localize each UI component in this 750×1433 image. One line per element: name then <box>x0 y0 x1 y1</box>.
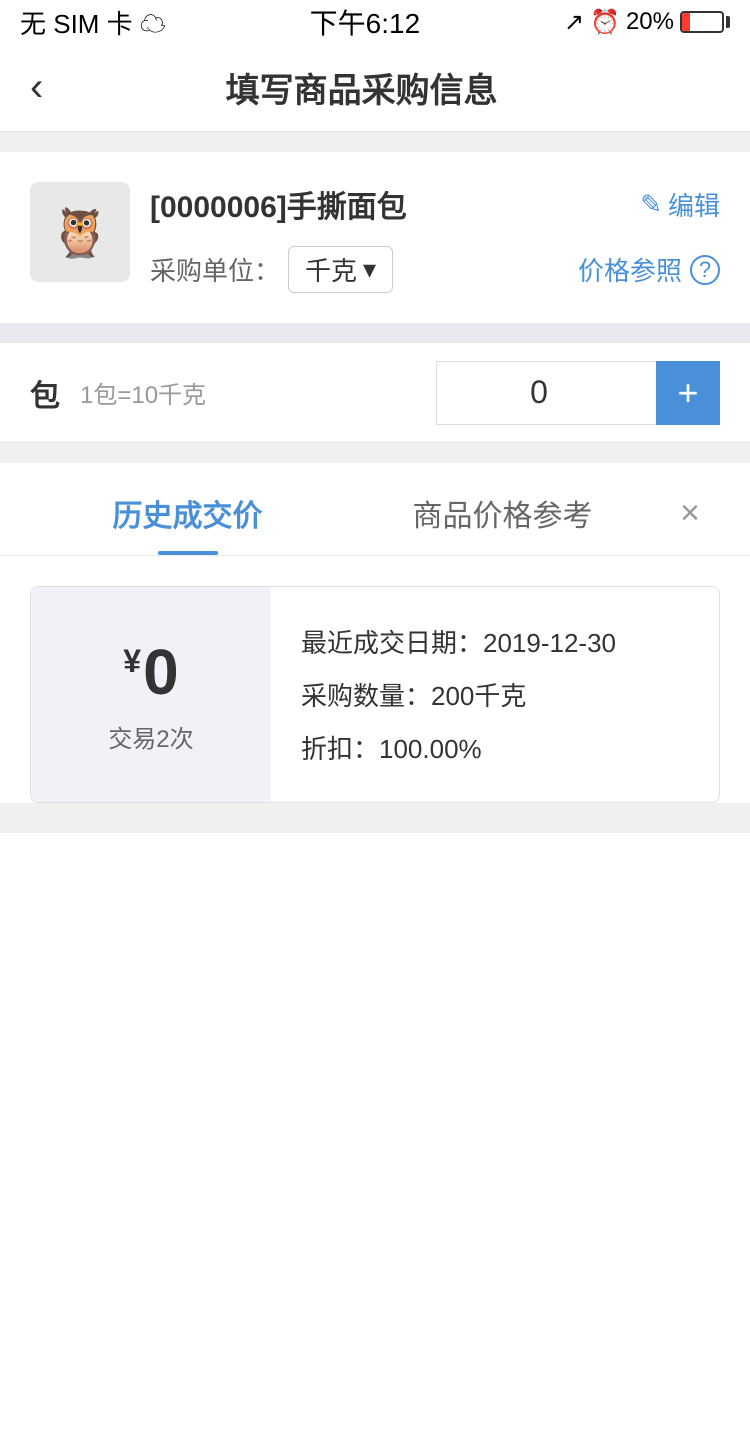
purchase-qty-value: 200千克 <box>431 681 526 711</box>
tab-product-price-ref[interactable]: 商品价格参考 <box>345 463 660 555</box>
recent-date-value: 2019-12-30 <box>483 628 616 658</box>
recent-date-label: 最近成交日期： <box>301 628 483 658</box>
product-unit-row: 采购单位： 千克 ▾ 价格参照 ? <box>150 246 720 293</box>
nav-bar: ‹ 填写商品采购信息 <box>0 44 750 132</box>
section-divider <box>0 323 750 343</box>
tab-product-price-ref-label: 商品价格参考 <box>413 500 593 533</box>
discount-row: 折扣：100.00% <box>301 729 689 766</box>
tab-history-price-label: 历史成交价 <box>113 500 263 533</box>
tab-header: 历史成交价 商品价格参考 × <box>0 463 750 556</box>
recent-date-row: 最近成交日期：2019-12-30 <box>301 623 689 660</box>
edit-button[interactable]: ✎ 编辑 <box>640 186 720 223</box>
edit-label: 编辑 <box>668 186 720 223</box>
product-name: [0000006]手撕面包 <box>150 182 407 226</box>
unit-select-dropdown[interactable]: 千克 ▾ <box>288 246 393 293</box>
unit-section: 采购单位： 千克 ▾ <box>150 246 393 293</box>
price-number: 0 <box>143 635 179 709</box>
battery-tip <box>726 16 730 28</box>
sim-status: 无 SIM 卡 ☁ <box>20 4 166 41</box>
transaction-price: ¥ 0 <box>123 635 178 709</box>
transaction-price-area: ¥ 0 交易2次 <box>31 587 271 802</box>
quantity-unit-note: 1包=10千克 <box>80 375 206 410</box>
tab-history-price[interactable]: 历史成交价 <box>30 463 345 555</box>
unit-value: 千克 <box>305 251 357 288</box>
status-time: 下午6:12 <box>310 2 421 42</box>
transaction-count: 交易2次 <box>108 719 193 754</box>
purchase-qty-row: 采购数量：200千克 <box>301 676 689 713</box>
unit-label: 采购单位： <box>150 251 280 288</box>
content-area <box>0 833 750 1433</box>
product-image: 🦉 <box>30 182 130 282</box>
edit-icon: ✎ <box>640 189 662 220</box>
quantity-input[interactable] <box>436 361 656 425</box>
purchase-qty-label: 采购数量： <box>301 681 431 711</box>
product-title: 手撕面包 <box>287 191 407 224</box>
product-thumbnail-icon: 🦉 <box>50 204 110 261</box>
tab-section: 历史成交价 商品价格参考 × ¥ 0 交易2次 最近成交日期：2019-12-3… <box>0 463 750 803</box>
alarm-icon: ⏰ <box>590 8 620 37</box>
transaction-card: ¥ 0 交易2次 最近成交日期：2019-12-30 采购数量：200千克 折扣… <box>30 586 720 803</box>
location-icon: ↗ <box>564 8 584 37</box>
price-reference-button[interactable]: 价格参照 ? <box>578 251 720 288</box>
product-name-row: [0000006]手撕面包 ✎ 编辑 <box>150 182 720 226</box>
back-button[interactable]: ‹ <box>30 65 43 110</box>
dropdown-arrow-icon: ▾ <box>363 254 376 285</box>
quantity-input-area: + <box>226 361 720 425</box>
status-right: ↗ ⏰ 20% <box>564 8 730 37</box>
currency-symbol: ¥ <box>123 643 141 680</box>
discount-value: 100.00% <box>379 734 482 764</box>
status-bar: 无 SIM 卡 ☁ 下午6:12 ↗ ⏰ 20% <box>0 0 750 44</box>
quantity-row: 包 1包=10千克 + <box>0 343 750 443</box>
transaction-details: 最近成交日期：2019-12-30 采购数量：200千克 折扣：100.00% <box>271 587 719 802</box>
battery-fill <box>682 13 690 31</box>
price-ref-help-icon: ? <box>690 255 720 285</box>
status-left: 无 SIM 卡 ☁ <box>20 4 166 41</box>
quantity-unit-label: 包 <box>30 371 60 415</box>
battery-body <box>680 11 724 33</box>
battery-indicator <box>680 11 730 33</box>
tab-close-button[interactable]: × <box>660 466 720 553</box>
product-section: 🦉 [0000006]手撕面包 ✎ 编辑 采购单位： 千克 ▾ 价格参照 ? <box>0 152 750 323</box>
page-title: 填写商品采购信息 <box>63 63 660 112</box>
price-ref-label: 价格参照 <box>578 251 682 288</box>
battery-percent: 20% <box>626 8 674 36</box>
quantity-plus-button[interactable]: + <box>656 361 720 425</box>
product-info: [0000006]手撕面包 ✎ 编辑 采购单位： 千克 ▾ 价格参照 ? <box>150 182 720 293</box>
discount-label: 折扣： <box>301 734 379 764</box>
product-id: [0000006] <box>150 191 287 224</box>
